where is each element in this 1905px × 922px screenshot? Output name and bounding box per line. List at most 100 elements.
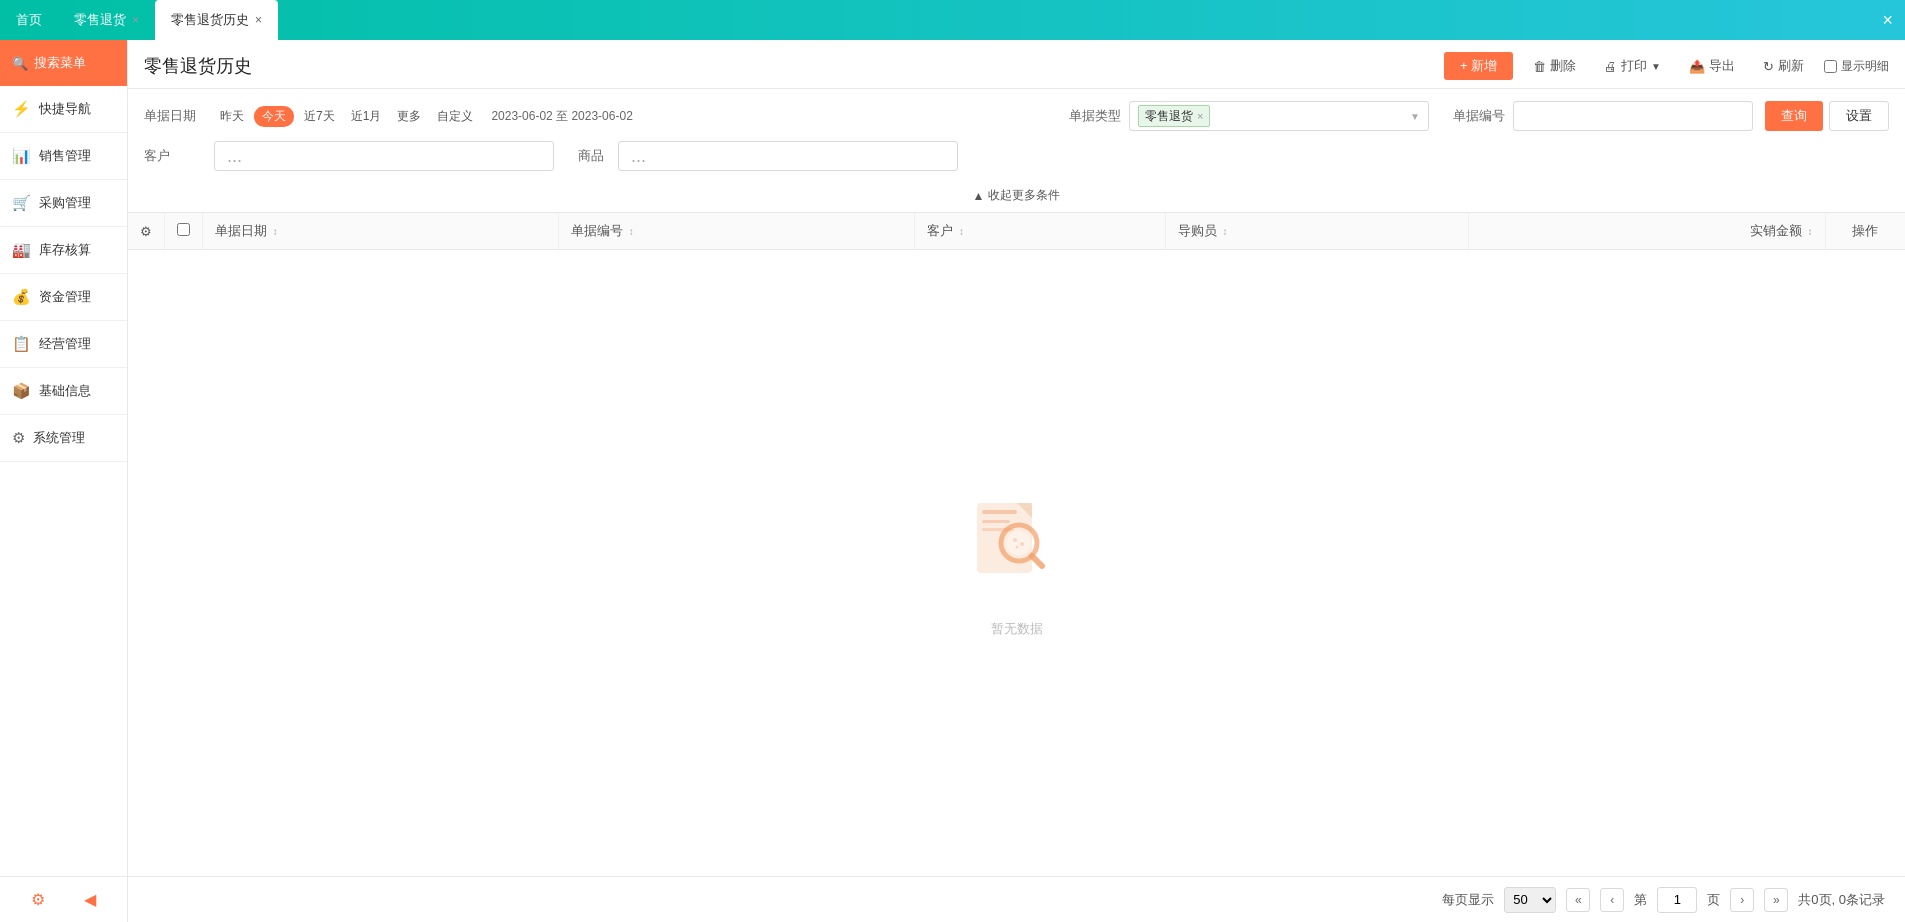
sidebar-item-sales[interactable]: 📊 销售管理 xyxy=(0,133,127,180)
goods-input-box[interactable]: ... xyxy=(618,141,958,171)
date-opt-more[interactable]: 更多 xyxy=(391,106,427,127)
print-icon: 🖨 xyxy=(1604,59,1617,74)
tab-home[interactable]: 首页 xyxy=(0,0,58,40)
sort-date-icon: ↕ xyxy=(273,226,278,237)
print-label: 打印 xyxy=(1621,57,1647,75)
date-range-text: 2023-06-02 至 2023-06-02 xyxy=(491,108,632,125)
sidebar-item-system-label: 系统管理 xyxy=(33,429,85,447)
per-page-select[interactable]: 50 10 20 100 xyxy=(1504,887,1556,913)
tab-retail-return-history-label: 零售退货历史 xyxy=(171,11,249,29)
top-bar: 首页 零售退货 × 零售退货历史 × × xyxy=(0,0,1905,40)
th-guide[interactable]: 导购员 ↕ xyxy=(1165,213,1468,250)
print-button[interactable]: 🖨 打印 ▼ xyxy=(1596,53,1669,79)
th-actions-label: 操作 xyxy=(1852,223,1878,238)
export-button[interactable]: 📤 导出 xyxy=(1681,53,1743,79)
page-title: 零售退货历史 xyxy=(144,54,252,78)
page-label: 第 xyxy=(1634,891,1647,909)
tab-retail-return-label: 零售退货 xyxy=(74,11,126,29)
th-customer[interactable]: 客户 ↕ xyxy=(915,213,1166,250)
next-page-button[interactable]: › xyxy=(1730,888,1754,912)
date-opt-7days[interactable]: 近7天 xyxy=(298,106,341,127)
type-tag[interactable]: 零售退货 × xyxy=(1138,105,1210,127)
settings-button[interactable]: 设置 xyxy=(1829,101,1889,131)
export-icon: 📤 xyxy=(1689,59,1705,74)
customer-ellipsis[interactable]: ... xyxy=(227,146,257,167)
date-options: 昨天 今天 近7天 近1月 更多 自定义 xyxy=(214,106,479,127)
goods-ellipsis[interactable]: ... xyxy=(631,146,661,167)
svg-point-8 xyxy=(1020,542,1024,546)
filter-row-customer: 客户 ... 商品 ... xyxy=(144,141,1889,171)
prev-page-button[interactable]: ‹ xyxy=(1600,888,1624,912)
print-chevron-icon: ▼ xyxy=(1651,61,1661,72)
date-opt-today[interactable]: 今天 xyxy=(254,106,294,127)
new-button[interactable]: + 新增 xyxy=(1444,52,1513,80)
th-guide-label: 导购员 xyxy=(1178,223,1217,238)
svg-point-7 xyxy=(1013,538,1017,542)
th-voucher-no[interactable]: 单据编号 ↕ xyxy=(559,213,915,250)
filter-row-date: 单据日期 昨天 今天 近7天 近1月 更多 自定义 2023-06-02 至 2… xyxy=(144,101,1889,131)
show-detail-label: 显示明细 xyxy=(1841,58,1889,75)
tab-retail-return-history-close[interactable]: × xyxy=(255,13,262,27)
sidebar-volume-button[interactable]: ◀ xyxy=(84,890,96,909)
th-settings[interactable]: ⚙ xyxy=(128,213,165,250)
sidebar-item-operations[interactable]: 📋 经营管理 xyxy=(0,321,127,368)
sidebar-item-system[interactable]: ⚙ 系统管理 xyxy=(0,415,127,462)
select-all-checkbox[interactable] xyxy=(177,223,190,236)
sidebar: 🔍 搜索菜单 ⚡ 快捷导航 📊 销售管理 🛒 采购管理 🏭 库存核算 💰 资金管… xyxy=(0,40,128,922)
empty-state: 暂无数据 xyxy=(128,250,1905,876)
main-content: 零售退货历史 + 新增 🗑 删除 🖨 打印 ▼ 📤 导出 ↻ xyxy=(128,40,1905,922)
last-page-button[interactable]: » xyxy=(1764,888,1788,912)
show-detail-checkbox[interactable] xyxy=(1824,60,1837,73)
tab-retail-return[interactable]: 零售退货 × xyxy=(58,0,155,40)
pagination-summary: 共0页, 0条记录 xyxy=(1798,891,1885,909)
sidebar-item-inventory[interactable]: 🏭 库存核算 xyxy=(0,227,127,274)
sidebar-search[interactable]: 🔍 搜索菜单 xyxy=(0,40,127,86)
date-opt-custom[interactable]: 自定义 xyxy=(431,106,479,127)
sidebar-item-finance[interactable]: 💰 资金管理 xyxy=(0,274,127,321)
th-amount-label: 实销金额 xyxy=(1750,223,1802,238)
svg-point-9 xyxy=(1015,546,1018,549)
sort-guide-icon: ↕ xyxy=(1223,226,1228,237)
sales-icon: 📊 xyxy=(12,147,31,165)
table-settings-icon[interactable]: ⚙ xyxy=(140,224,152,239)
sidebar-item-basic-info-label: 基础信息 xyxy=(39,382,91,400)
table-area: ⚙ 单据日期 ↕ 单据编号 ↕ xyxy=(128,213,1905,922)
type-tag-label: 零售退货 xyxy=(1145,108,1193,125)
sidebar-item-sales-label: 销售管理 xyxy=(39,147,91,165)
sidebar-settings-button[interactable]: ⚙ xyxy=(31,890,45,909)
sidebar-item-quick-nav[interactable]: ⚡ 快捷导航 xyxy=(0,86,127,133)
type-select-box[interactable]: 零售退货 × ▼ xyxy=(1129,101,1429,131)
sidebar-item-basic-info[interactable]: 📦 基础信息 xyxy=(0,368,127,415)
sort-voucher-icon: ↕ xyxy=(629,226,634,237)
operations-icon: 📋 xyxy=(12,335,31,353)
delete-button[interactable]: 🗑 删除 xyxy=(1525,53,1584,79)
customer-input-box[interactable]: ... xyxy=(214,141,554,171)
collapse-button[interactable]: ▲ 收起更多条件 xyxy=(144,181,1889,212)
data-table: ⚙ 单据日期 ↕ 单据编号 ↕ xyxy=(128,213,1905,250)
quick-nav-icon: ⚡ xyxy=(12,100,31,118)
header-actions: + 新增 🗑 删除 🖨 打印 ▼ 📤 导出 ↻ 刷新 xyxy=(1444,52,1889,80)
date-opt-1month[interactable]: 近1月 xyxy=(345,106,388,127)
system-icon: ⚙ xyxy=(12,429,25,447)
first-page-button[interactable]: « xyxy=(1566,888,1590,912)
svg-rect-1 xyxy=(982,510,1017,514)
basic-info-icon: 📦 xyxy=(12,382,31,400)
refresh-button[interactable]: ↻ 刷新 xyxy=(1755,53,1812,79)
show-detail-toggle[interactable]: 显示明细 xyxy=(1824,58,1889,75)
page-input[interactable] xyxy=(1657,887,1697,913)
finance-icon: 💰 xyxy=(12,288,31,306)
th-date[interactable]: 单据日期 ↕ xyxy=(203,213,559,250)
type-tag-close[interactable]: × xyxy=(1197,110,1203,122)
tab-retail-return-close[interactable]: × xyxy=(132,13,139,27)
tab-retail-return-history[interactable]: 零售退货历史 × xyxy=(155,0,278,40)
th-amount[interactable]: 实销金额 ↕ xyxy=(1469,213,1825,250)
date-opt-yesterday[interactable]: 昨天 xyxy=(214,106,250,127)
th-checkbox[interactable] xyxy=(165,213,203,250)
window-close-button[interactable]: × xyxy=(1882,10,1893,31)
sidebar-item-purchase[interactable]: 🛒 采购管理 xyxy=(0,180,127,227)
voucher-input[interactable] xyxy=(1513,101,1753,131)
query-button[interactable]: 查询 xyxy=(1765,101,1823,131)
sidebar-item-inventory-label: 库存核算 xyxy=(39,241,91,259)
th-date-label: 单据日期 xyxy=(215,223,267,238)
empty-text: 暂无数据 xyxy=(991,620,1043,638)
